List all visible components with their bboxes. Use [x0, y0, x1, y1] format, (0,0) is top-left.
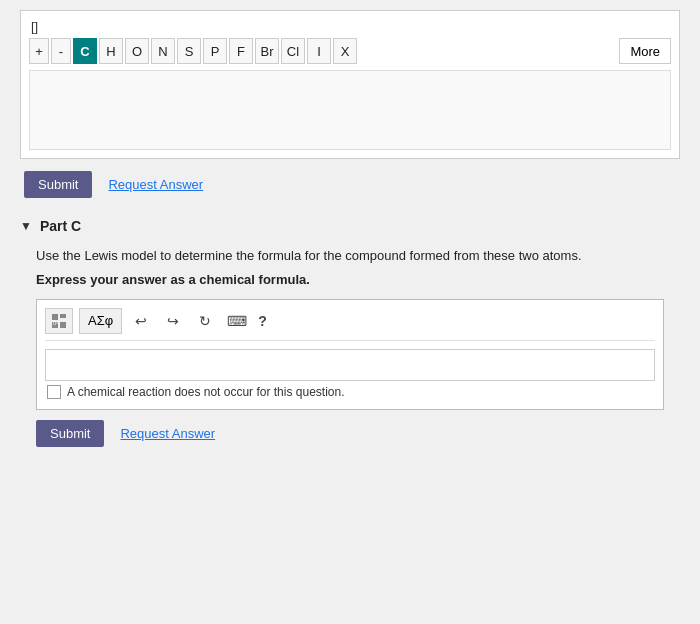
part-c-request-answer-link[interactable]: Request Answer — [120, 426, 215, 441]
part-c-instruction: Express your answer as a chemical formul… — [20, 272, 680, 287]
asf-button[interactable]: ΑΣφ — [79, 308, 122, 334]
redo-icon[interactable]: ↪ — [160, 308, 186, 334]
formula-section: [] + - C H O N S P F Br Cl I X More — [20, 10, 680, 159]
chemical-formula-input[interactable] — [45, 349, 655, 381]
undo-icon[interactable]: ↩ — [128, 308, 154, 334]
element-toolbar: + - C H O N S P F Br Cl I X More — [29, 38, 671, 64]
part-c-section: ▼ Part C Use the Lewis model to determin… — [20, 218, 680, 447]
top-submit-row: Submit Request Answer — [20, 171, 680, 198]
plus-button[interactable]: + — [29, 38, 49, 64]
element-I-button[interactable]: I — [307, 38, 331, 64]
part-c-header: ▼ Part C — [20, 218, 680, 234]
top-submit-button[interactable]: Submit — [24, 171, 92, 198]
keyboard-icon[interactable]: ⌨ — [224, 308, 250, 334]
svg-rect-3 — [60, 322, 66, 328]
element-P-button[interactable]: P — [203, 38, 227, 64]
element-F-button[interactable]: F — [229, 38, 253, 64]
part-c-submit-row: Submit Request Answer — [20, 420, 680, 447]
formula-input-area — [29, 70, 671, 150]
element-S-button[interactable]: S — [177, 38, 201, 64]
grid-icon-button[interactable]: 0= — [45, 308, 73, 334]
grid-icon: 0= — [51, 313, 67, 329]
part-c-submit-button[interactable]: Submit — [36, 420, 104, 447]
answer-box: 0= ΑΣφ ↩ ↪ ↻ ⌨ ? A chemical reaction — [36, 299, 664, 410]
more-button[interactable]: More — [619, 38, 671, 64]
svg-rect-1 — [60, 314, 66, 318]
element-N-button[interactable]: N — [151, 38, 175, 64]
minus-button[interactable]: - — [51, 38, 71, 64]
refresh-icon[interactable]: ↻ — [192, 308, 218, 334]
part-c-title: Part C — [40, 218, 81, 234]
no-reaction-text: A chemical reaction does not occur for t… — [67, 385, 344, 399]
no-reaction-row: A chemical reaction does not occur for t… — [45, 381, 655, 401]
no-reaction-checkbox[interactable] — [47, 385, 61, 399]
top-request-answer-link[interactable]: Request Answer — [108, 177, 203, 192]
bracket-label: [] — [29, 19, 671, 34]
part-c-description: Use the Lewis model to determine the for… — [20, 246, 680, 266]
element-Cl-button[interactable]: Cl — [281, 38, 305, 64]
element-O-button[interactable]: O — [125, 38, 149, 64]
element-X-button[interactable]: X — [333, 38, 357, 64]
part-c-chevron-icon[interactable]: ▼ — [20, 219, 32, 233]
answer-toolbar: 0= ΑΣφ ↩ ↪ ↻ ⌨ ? — [45, 308, 655, 341]
element-C-button[interactable]: C — [73, 38, 97, 64]
svg-text:0=: 0= — [53, 320, 60, 326]
element-H-button[interactable]: H — [99, 38, 123, 64]
element-Br-button[interactable]: Br — [255, 38, 279, 64]
help-icon[interactable]: ? — [258, 313, 267, 329]
